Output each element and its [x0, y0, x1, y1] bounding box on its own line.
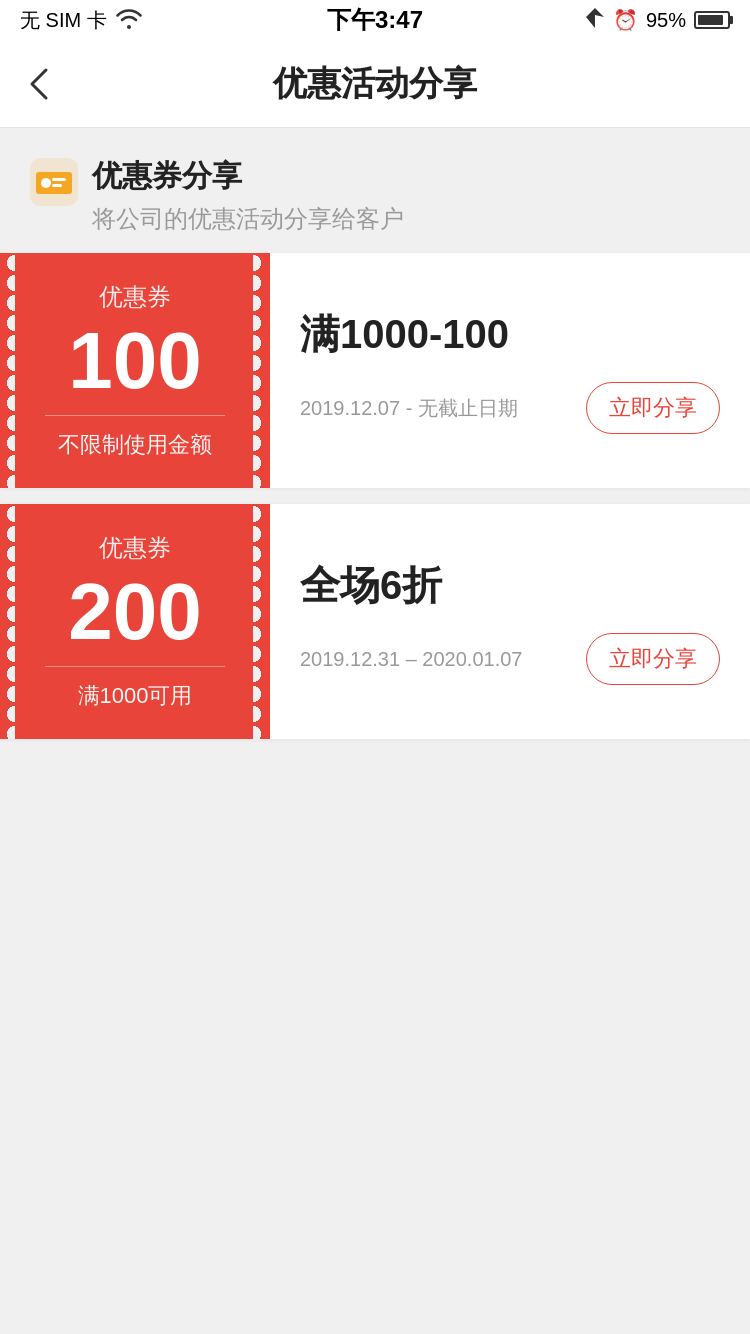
coupon-label-2: 优惠券 [99, 532, 171, 564]
coupon-condition-1: 不限制使用金额 [58, 430, 212, 460]
coupon-list: 优惠券 100 不限制使用金额 满1000-100 2019.12.07 - 无… [0, 253, 750, 785]
coupon-amount-1: 100 [68, 321, 201, 401]
coupon-divider-2 [45, 666, 225, 667]
section-title: 优惠券分享 [92, 156, 404, 197]
coupon-left-stub: 优惠券 200 满1000可用 [0, 504, 270, 739]
alarm-icon: ⏰ [613, 8, 638, 32]
status-right: ⏰ 95% [585, 7, 730, 34]
coupon-amount-2: 200 [68, 572, 201, 652]
bottom-space [0, 785, 750, 1334]
status-time: 下午3:47 [327, 4, 423, 36]
coupon-meta-1: 2019.12.07 - 无截止日期 立即分享 [300, 382, 720, 434]
wifi-icon [115, 7, 143, 34]
section-subtitle: 将公司的优惠活动分享给客户 [92, 203, 404, 235]
coupon-left-stub: 优惠券 100 不限制使用金额 [0, 253, 270, 488]
coupon-card: 优惠券 200 满1000可用 全场6折 2019.12.31 – 2020.0… [0, 504, 750, 739]
page-title: 优惠活动分享 [273, 61, 477, 107]
location-icon [585, 7, 605, 34]
coupon-date-1: 2019.12.07 - 无截止日期 [300, 395, 518, 422]
coupon-condition-2: 满1000可用 [78, 681, 193, 711]
coupon-name-2: 全场6折 [300, 558, 720, 613]
coupon-label-1: 优惠券 [99, 281, 171, 313]
svg-rect-4 [52, 184, 62, 187]
coupon-date-2: 2019.12.31 – 2020.01.07 [300, 648, 522, 671]
share-button-1[interactable]: 立即分享 [586, 382, 720, 434]
status-bar: 无 SIM 卡 下午3:47 ⏰ 95% [0, 0, 750, 40]
svg-rect-3 [52, 178, 66, 181]
section-header: 优惠券分享 将公司的优惠活动分享给客户 [0, 128, 750, 253]
battery-icon [694, 11, 730, 29]
coupon-name-1: 满1000-100 [300, 307, 720, 362]
status-left: 无 SIM 卡 [20, 7, 143, 34]
coupon-divider-1 [45, 415, 225, 416]
coupon-meta-2: 2019.12.31 – 2020.01.07 立即分享 [300, 633, 720, 685]
section-text: 优惠券分享 将公司的优惠活动分享给客户 [92, 156, 404, 235]
back-button[interactable] [28, 66, 50, 102]
coupon-share-icon [30, 158, 78, 206]
carrier-text: 无 SIM 卡 [20, 7, 107, 34]
coupon-right-info-2: 全场6折 2019.12.31 – 2020.01.07 立即分享 [270, 504, 750, 739]
battery-text: 95% [646, 9, 686, 32]
coupon-right-info-1: 满1000-100 2019.12.07 - 无截止日期 立即分享 [270, 253, 750, 488]
nav-bar: 优惠活动分享 [0, 40, 750, 128]
share-button-2[interactable]: 立即分享 [586, 633, 720, 685]
coupon-card: 优惠券 100 不限制使用金额 满1000-100 2019.12.07 - 无… [0, 253, 750, 488]
